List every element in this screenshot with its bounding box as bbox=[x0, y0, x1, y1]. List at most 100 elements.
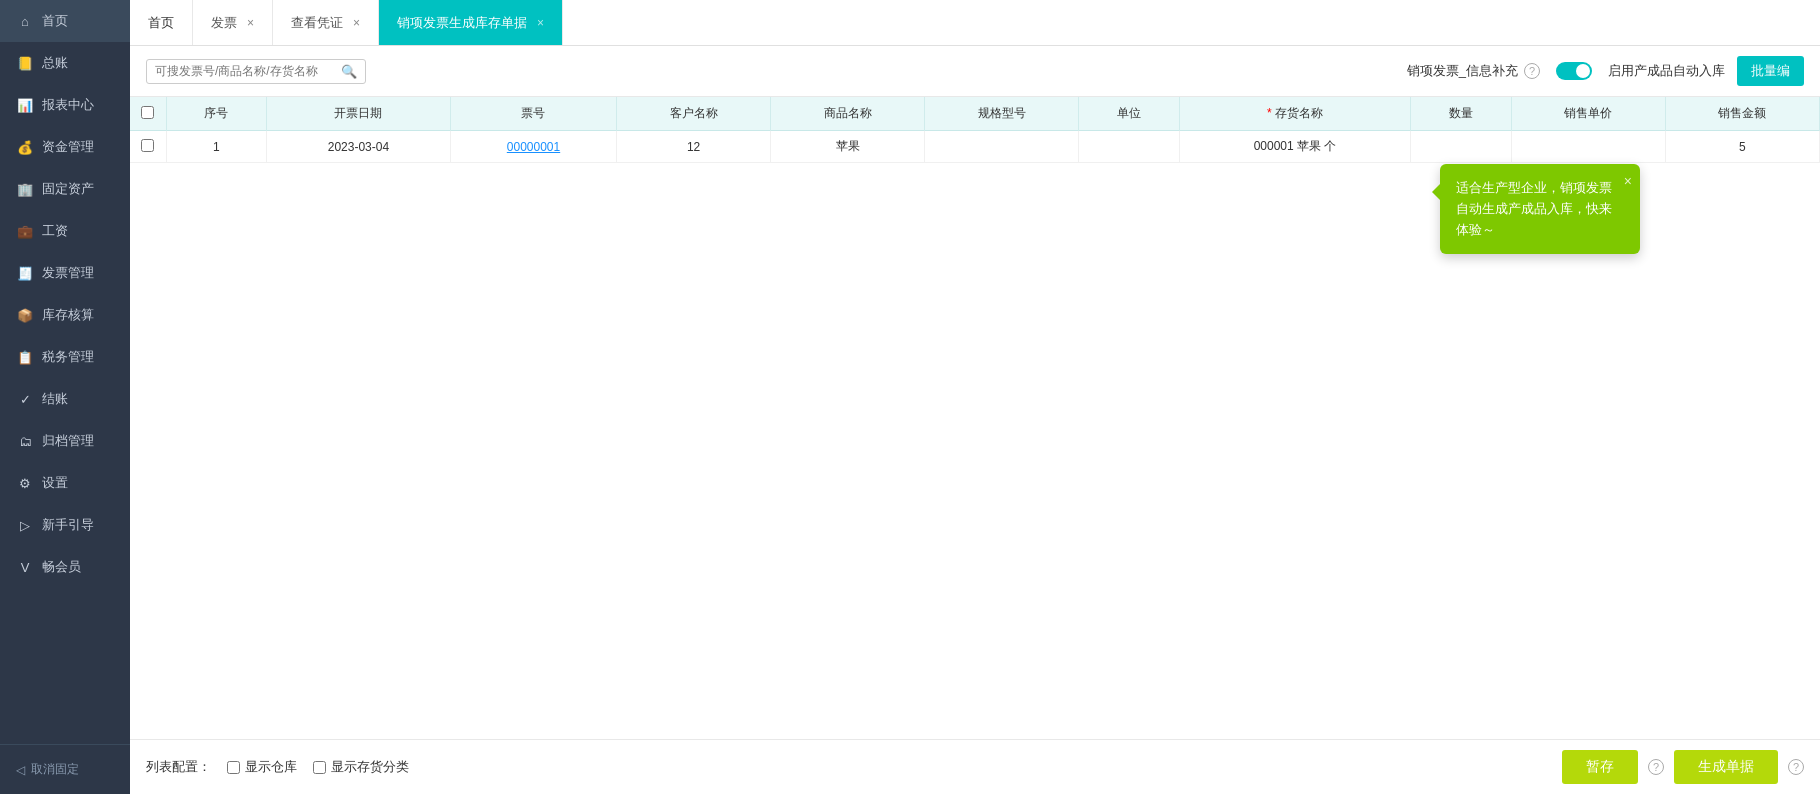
row-model bbox=[925, 131, 1079, 163]
row-inventory: 000001 苹果 个 bbox=[1179, 131, 1411, 163]
search-icon: 🔍 bbox=[341, 64, 357, 79]
sidebar-item-tax[interactable]: 📋 税务管理 bbox=[0, 336, 130, 378]
checkout-icon: ✓ bbox=[16, 390, 34, 408]
sidebar-item-label: 设置 bbox=[42, 474, 68, 492]
search-box[interactable]: 🔍 bbox=[146, 59, 366, 84]
sidebar-item-archive[interactable]: 🗂 归档管理 bbox=[0, 420, 130, 462]
tab-stock-receipt-close[interactable]: × bbox=[537, 16, 544, 30]
tab-invoice[interactable]: 发票 × bbox=[193, 0, 273, 45]
table-header-row: 序号 开票日期 票号 客户名称 商品名称 bbox=[130, 97, 1820, 131]
row-ticket-no[interactable]: 00000001 bbox=[450, 131, 616, 163]
toolbar: 🔍 销项发票_信息补充 ? 启用产成品自动入库 批量编 bbox=[130, 46, 1820, 97]
settings-icon: ⚙ bbox=[16, 474, 34, 492]
bottom-bar: 列表配置： 显示仓库 显示存货分类 暂存 ? 生成单据 ? bbox=[130, 739, 1820, 794]
tax-icon: 📋 bbox=[16, 348, 34, 366]
header-customer: 客户名称 bbox=[617, 97, 771, 131]
header-seq: 序号 bbox=[166, 97, 266, 131]
sidebar-item-label: 工资 bbox=[42, 222, 68, 240]
pin-icon: ◁ bbox=[16, 763, 25, 777]
sidebar-item-checkout[interactable]: ✓ 结账 bbox=[0, 378, 130, 420]
sidebar-item-member[interactable]: V 畅会员 bbox=[0, 546, 130, 588]
salary-icon: 💼 bbox=[16, 222, 34, 240]
pin-toggle[interactable]: ◁ 取消固定 bbox=[0, 753, 130, 786]
pin-label: 取消固定 bbox=[31, 761, 79, 778]
tooltip-close-button[interactable]: × bbox=[1624, 170, 1632, 192]
tooltip-text: 适合生产型企业，销项发票自动生成产成品入库，快来体验～ bbox=[1456, 180, 1612, 237]
archive-icon: 🗂 bbox=[16, 432, 34, 450]
sidebar-item-label: 税务管理 bbox=[42, 348, 94, 366]
toggle-knob bbox=[1576, 64, 1590, 78]
sidebar-bottom: ◁ 取消固定 bbox=[0, 744, 130, 794]
home-icon: ⌂ bbox=[16, 12, 34, 30]
list-config-label: 列表配置： bbox=[146, 758, 211, 776]
tab-voucher-close[interactable]: × bbox=[353, 16, 360, 30]
sidebar-item-label: 总账 bbox=[42, 54, 68, 72]
header-unit-price: 销售单价 bbox=[1511, 97, 1665, 131]
generate-button[interactable]: 生成单据 bbox=[1674, 750, 1778, 784]
save-button[interactable]: 暂存 bbox=[1562, 750, 1638, 784]
show-category-label[interactable]: 显示存货分类 bbox=[313, 758, 409, 776]
tab-stock-receipt-label: 销项发票生成库存单据 bbox=[397, 14, 527, 32]
sidebar-item-ledger[interactable]: 📒 总账 bbox=[0, 42, 130, 84]
sidebar-item-label: 固定资产 bbox=[42, 180, 94, 198]
main-content: 首页 发票 × 查看凭证 × 销项发票生成库存单据 × 🔍 销项发票_信息补充 … bbox=[130, 0, 1820, 794]
auto-warehouse-toggle[interactable] bbox=[1556, 62, 1592, 80]
sidebar-item-label: 报表中心 bbox=[42, 96, 94, 114]
tab-invoice-label: 发票 bbox=[211, 14, 237, 32]
select-all-checkbox[interactable] bbox=[141, 106, 154, 119]
save-help-icon[interactable]: ? bbox=[1648, 759, 1664, 775]
tab-invoice-close[interactable]: × bbox=[247, 16, 254, 30]
sidebar: ⌂ 首页 📒 总账 📊 报表中心 💰 资金管理 🏢 固定资产 💼 工资 🧾 发票… bbox=[0, 0, 130, 794]
member-icon: V bbox=[16, 558, 34, 576]
header-unit: 单位 bbox=[1079, 97, 1179, 131]
tab-home[interactable]: 首页 bbox=[130, 0, 193, 45]
bottom-actions: 暂存 ? 生成单据 ? bbox=[1562, 750, 1804, 784]
batch-button[interactable]: 批量编 bbox=[1737, 56, 1804, 86]
header-amount: 销售金额 bbox=[1665, 97, 1819, 131]
search-input[interactable] bbox=[155, 64, 341, 78]
sidebar-item-stock[interactable]: 📦 库存核算 bbox=[0, 294, 130, 336]
header-qty: 数量 bbox=[1411, 97, 1511, 131]
fund-icon: 💰 bbox=[16, 138, 34, 156]
report-icon: 📊 bbox=[16, 96, 34, 114]
show-warehouse-checkbox[interactable] bbox=[227, 761, 240, 774]
page-content: 🔍 销项发票_信息补充 ? 启用产成品自动入库 批量编 bbox=[130, 46, 1820, 794]
table-row: 1 2023-03-04 00000001 12 苹果 000001 苹果 个 … bbox=[130, 131, 1820, 163]
header-date: 开票日期 bbox=[266, 97, 450, 131]
tab-stock-receipt[interactable]: 销项发票生成库存单据 × bbox=[379, 0, 563, 45]
show-warehouse-label[interactable]: 显示仓库 bbox=[227, 758, 297, 776]
row-qty bbox=[1411, 131, 1511, 163]
row-goods-name: 苹果 bbox=[771, 131, 925, 163]
sidebar-item-asset[interactable]: 🏢 固定资产 bbox=[0, 168, 130, 210]
info-help-icon[interactable]: ? bbox=[1524, 63, 1540, 79]
sidebar-item-salary[interactable]: 💼 工资 bbox=[0, 210, 130, 252]
header-model: 规格型号 bbox=[925, 97, 1079, 131]
sidebar-item-report[interactable]: 📊 报表中心 bbox=[0, 84, 130, 126]
sidebar-item-label: 归档管理 bbox=[42, 432, 94, 450]
header-checkbox-cell bbox=[130, 97, 166, 131]
sidebar-item-fund[interactable]: 💰 资金管理 bbox=[0, 126, 130, 168]
sidebar-item-home[interactable]: ⌂ 首页 bbox=[0, 0, 130, 42]
header-ticket-no: 票号 bbox=[450, 97, 616, 131]
show-category-checkbox[interactable] bbox=[313, 761, 326, 774]
tab-voucher[interactable]: 查看凭证 × bbox=[273, 0, 379, 45]
data-table: 序号 开票日期 票号 客户名称 商品名称 bbox=[130, 97, 1820, 163]
stock-icon: 📦 bbox=[16, 306, 34, 324]
row-customer: 12 bbox=[617, 131, 771, 163]
row-amount: 5 bbox=[1665, 131, 1819, 163]
sidebar-item-label: 新手引导 bbox=[42, 516, 94, 534]
ledger-icon: 📒 bbox=[16, 54, 34, 72]
generate-help-icon[interactable]: ? bbox=[1788, 759, 1804, 775]
row-date: 2023-03-04 bbox=[266, 131, 450, 163]
sidebar-item-guide[interactable]: ▷ 新手引导 bbox=[0, 504, 130, 546]
sidebar-item-label: 首页 bbox=[42, 12, 68, 30]
guide-icon: ▷ bbox=[16, 516, 34, 534]
sidebar-item-label: 资金管理 bbox=[42, 138, 94, 156]
sidebar-item-label: 畅会员 bbox=[42, 558, 81, 576]
tab-bar: 首页 发票 × 查看凭证 × 销项发票生成库存单据 × bbox=[130, 0, 1820, 46]
sidebar-item-settings[interactable]: ⚙ 设置 bbox=[0, 462, 130, 504]
sidebar-item-label: 库存核算 bbox=[42, 306, 94, 324]
row-checkbox[interactable] bbox=[141, 139, 154, 152]
header-goods-name: 商品名称 bbox=[771, 97, 925, 131]
sidebar-item-invoice[interactable]: 🧾 发票管理 bbox=[0, 252, 130, 294]
